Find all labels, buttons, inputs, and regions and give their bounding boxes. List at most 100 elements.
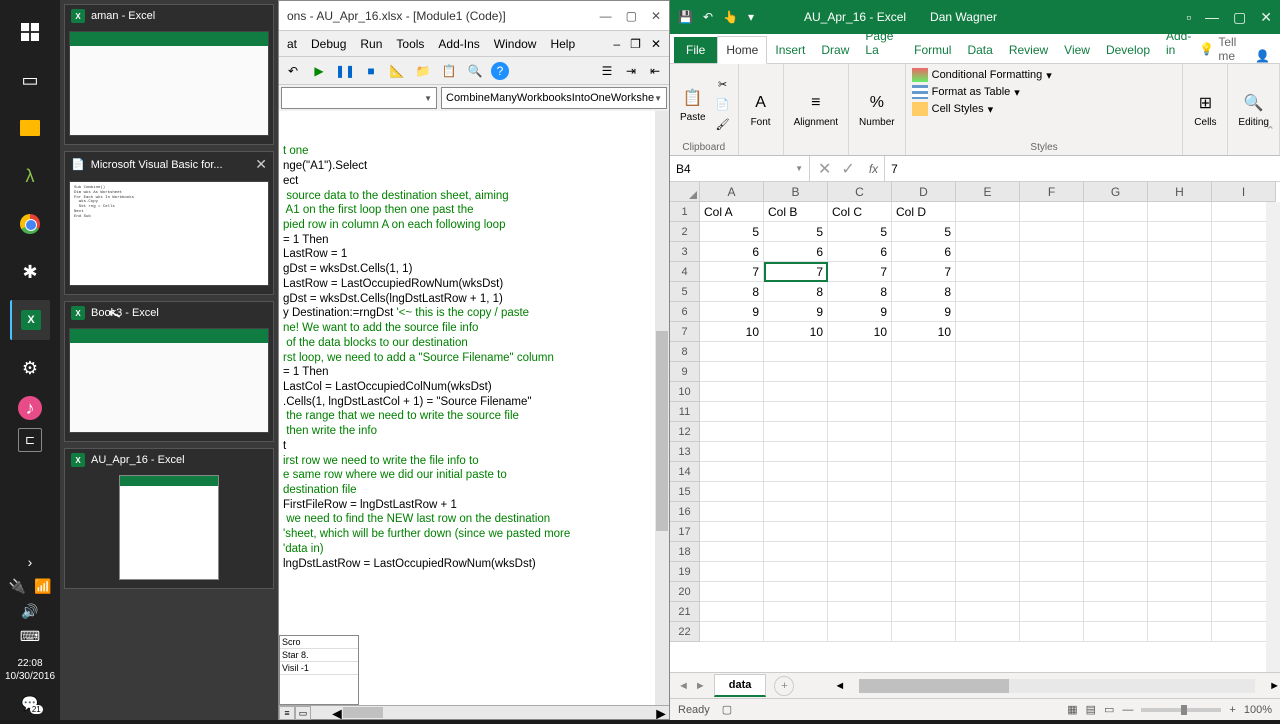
app-icon-gear[interactable]: ✱: [10, 252, 50, 292]
copy-button[interactable]: 📄: [714, 95, 732, 113]
maximize-button[interactable]: ▢: [626, 9, 637, 23]
share-button[interactable]: 👤: [1249, 49, 1276, 63]
vbe-titlebar[interactable]: ons - AU_Apr_16.xlsx - [Module1 (Code)] …: [279, 1, 669, 31]
name-box[interactable]: B4: [670, 156, 810, 181]
vertical-scrollbar[interactable]: [1266, 202, 1280, 672]
full-module-view-button[interactable]: ≡: [279, 706, 295, 720]
cut-button[interactable]: ✂: [714, 75, 732, 93]
vertical-scrollbar[interactable]: [655, 111, 669, 705]
undo-button[interactable]: ↶: [283, 61, 303, 81]
help-button[interactable]: ?: [491, 62, 509, 80]
app-icon-c[interactable]: ⊏: [18, 428, 42, 452]
format-painter-button[interactable]: 🖌: [714, 115, 732, 133]
outdent-button[interactable]: ⇤: [645, 61, 665, 81]
page-layout-button[interactable]: ▤: [1086, 703, 1096, 716]
mdi-minimize-button[interactable]: –: [613, 37, 620, 51]
ribbon-display-button[interactable]: ▫: [1186, 9, 1191, 26]
start-button[interactable]: [10, 12, 50, 52]
tab-developer[interactable]: Develop: [1098, 37, 1158, 63]
file-explorer-icon[interactable]: [10, 108, 50, 148]
close-icon[interactable]: ✕: [255, 156, 267, 173]
object-browser-button[interactable]: 🔍: [465, 61, 485, 81]
task-view-button[interactable]: ▭: [10, 60, 50, 100]
stop-button[interactable]: ■: [361, 61, 381, 81]
alignment-button[interactable]: ≡Alignment: [790, 89, 842, 130]
number-button[interactable]: %Number: [855, 89, 899, 130]
volume-icon[interactable]: 🔊: [21, 603, 38, 620]
minimize-button[interactable]: —: [1205, 9, 1219, 26]
code-editor[interactable]: t onenge("A1").Selectect source data to …: [279, 111, 669, 705]
menu-item[interactable]: at: [287, 37, 297, 51]
zoom-out-button[interactable]: —: [1122, 704, 1133, 716]
menu-item[interactable]: Debug: [311, 37, 346, 51]
font-button[interactable]: AFont: [745, 89, 777, 130]
cancel-formula-button[interactable]: ✕: [818, 159, 831, 179]
tab-file[interactable]: File: [674, 37, 717, 63]
tab-insert[interactable]: Insert: [767, 37, 813, 63]
page-break-button[interactable]: ▭: [1104, 703, 1114, 716]
zoom-level[interactable]: 100%: [1244, 704, 1272, 716]
mdi-restore-button[interactable]: ❐: [630, 37, 641, 51]
expand-tray-icon[interactable]: ›: [28, 554, 33, 570]
menu-item[interactable]: Run: [360, 37, 382, 51]
zoom-in-button[interactable]: +: [1229, 704, 1235, 716]
proc-view-button[interactable]: ▭: [295, 706, 311, 720]
horizontal-scrollbar[interactable]: ◄►: [329, 706, 669, 719]
fx-icon[interactable]: fx: [863, 162, 884, 176]
formula-bar[interactable]: 7: [884, 156, 1280, 181]
object-combo[interactable]: [281, 87, 437, 109]
macro-record-button[interactable]: ▢: [722, 703, 732, 716]
menu-item[interactable]: Tools: [396, 37, 424, 51]
excel-taskbar-icon[interactable]: X: [10, 300, 50, 340]
spreadsheet-grid[interactable]: ABCDEFGHI1Col ACol BCol CCol D2555536666…: [670, 182, 1280, 672]
itunes-icon[interactable]: ♪: [18, 396, 42, 420]
collapse-ribbon-button[interactable]: ⌃: [1266, 124, 1275, 137]
switcher-item[interactable]: Xaman - Excel: [64, 4, 274, 145]
cells-button[interactable]: ⊞Cells: [1189, 89, 1221, 130]
tell-me-search[interactable]: 💡 Tell me: [1199, 35, 1249, 63]
paste-button[interactable]: 📋Paste: [676, 84, 710, 125]
tab-view[interactable]: View: [1056, 37, 1098, 63]
indent-button[interactable]: ⇥: [621, 61, 641, 81]
pause-button[interactable]: ❚❚: [335, 61, 355, 81]
keyboard-icon[interactable]: ⌨: [20, 628, 40, 645]
menu-item[interactable]: Add-Ins: [438, 37, 479, 51]
undo-button[interactable]: ↶: [703, 10, 713, 24]
tab-review[interactable]: Review: [1001, 37, 1056, 63]
tab-addins[interactable]: Add-in: [1158, 23, 1199, 63]
close-button[interactable]: ✕: [1260, 9, 1272, 26]
procedure-combo[interactable]: CombineManyWorkbooksIntoOneWorkshe: [441, 87, 667, 109]
chrome-icon[interactable]: [10, 204, 50, 244]
switcher-item[interactable]: XAU_Apr_16 - Excel: [64, 448, 274, 589]
menu-item[interactable]: Help: [550, 37, 575, 51]
save-button[interactable]: 💾: [678, 10, 693, 24]
close-button[interactable]: ✕: [651, 9, 661, 23]
menu-item[interactable]: Window: [494, 37, 537, 51]
switcher-item[interactable]: XBook3 - Excel: [64, 301, 274, 442]
sheet-nav-next[interactable]: ►: [695, 680, 706, 692]
tab-pagelayout[interactable]: Page La: [857, 23, 906, 63]
notifications-icon[interactable]: 💬21: [21, 695, 38, 712]
enter-formula-button[interactable]: ✓: [841, 159, 854, 179]
maximize-button[interactable]: ▢: [1233, 9, 1246, 26]
cell-styles-button[interactable]: Cell Styles ▾: [912, 102, 994, 116]
touch-mode-button[interactable]: 👆: [723, 10, 738, 24]
system-clock[interactable]: 22:08 10/30/2016: [5, 653, 55, 687]
wifi-icon[interactable]: 📶: [34, 578, 51, 595]
properties-window[interactable]: Scro Star 8. Visil -1: [279, 635, 359, 705]
conditional-formatting-button[interactable]: Conditional Formatting ▾: [912, 68, 1052, 82]
power-icon[interactable]: 🔌: [9, 578, 26, 595]
sheet-nav-prev[interactable]: ◄: [678, 680, 689, 692]
format-as-table-button[interactable]: Format as Table ▾: [912, 85, 1020, 99]
tab-data[interactable]: Data: [959, 37, 1000, 63]
switcher-item[interactable]: 📄Microsoft Visual Basic for...✕ Sub Comb…: [64, 151, 274, 295]
minimize-button[interactable]: —: [600, 9, 612, 23]
tab-home[interactable]: Home: [717, 36, 767, 64]
tab-formulas[interactable]: Formul: [906, 37, 959, 63]
new-sheet-button[interactable]: +: [774, 676, 794, 696]
normal-view-button[interactable]: ▦: [1067, 703, 1077, 716]
horizontal-scrollbar[interactable]: ◄►: [834, 679, 1280, 693]
run-button[interactable]: ▶: [309, 61, 329, 81]
properties-button[interactable]: 📋: [439, 61, 459, 81]
settings-icon[interactable]: ⚙: [10, 348, 50, 388]
